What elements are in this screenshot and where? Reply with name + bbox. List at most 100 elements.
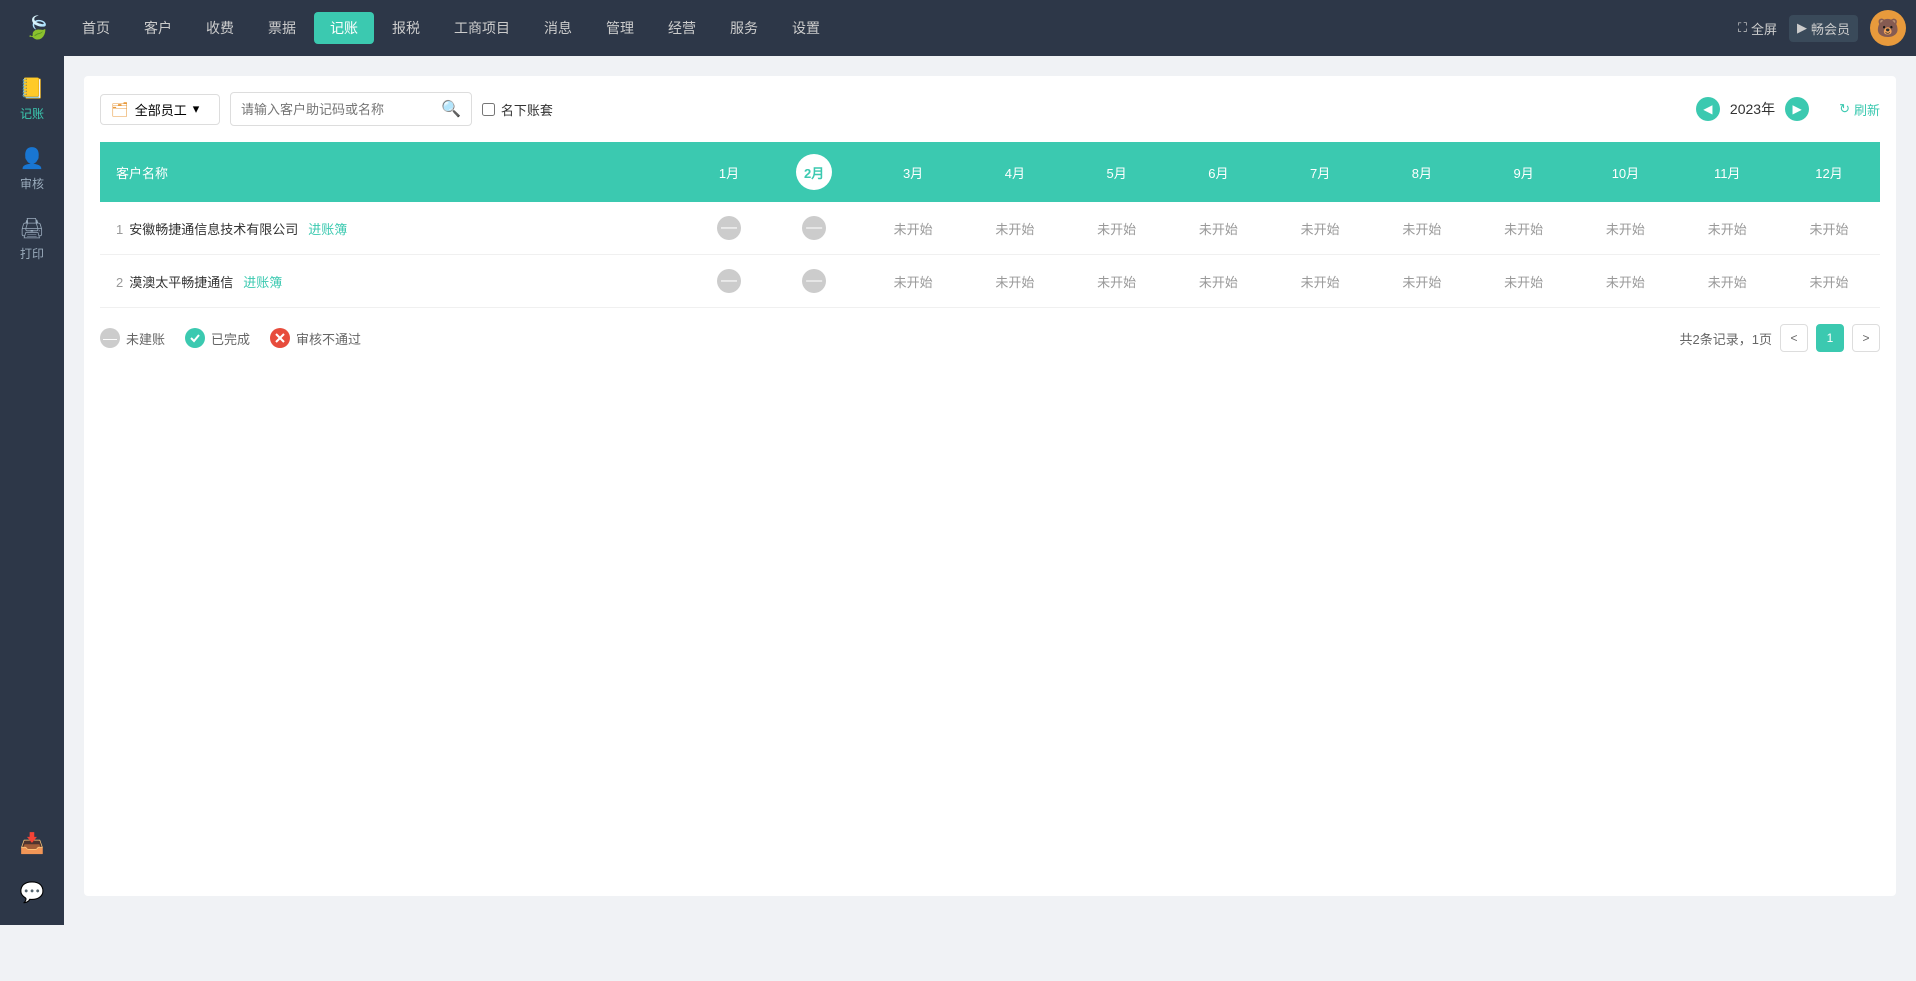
user-avatar[interactable]: 🐻 (1870, 10, 1906, 46)
sidebar-item-audit[interactable]: 👤 审核 (0, 136, 64, 202)
not-started-status: 未开始 (1097, 222, 1136, 237)
sidebar-item-download[interactable]: 📥 (20, 821, 45, 866)
not-started-status: 未开始 (1810, 222, 1849, 237)
nav-item-bookkeeping[interactable]: 记账 (314, 12, 374, 44)
left-sidebar: 📒 记账 👤 审核 🖨 打印 📥 💬 (0, 56, 64, 925)
month-cell-4: 未开始 (964, 202, 1066, 255)
month-cell-10: 未开始 (1575, 255, 1677, 308)
col-header-mar: 3月 (862, 142, 964, 202)
status-dash-icon: — (717, 216, 741, 240)
col-header-jul: 7月 (1269, 142, 1371, 202)
search-input[interactable] (231, 96, 431, 123)
refresh-button[interactable]: ↻ 刷新 (1839, 100, 1880, 119)
sidebar-item-chat[interactable]: 💬 (20, 870, 45, 915)
month-cell-8: 未开始 (1371, 255, 1473, 308)
nav-item-invoice[interactable]: 票据 (252, 12, 312, 44)
member-button[interactable]: ▶ 畅会员 (1789, 15, 1858, 42)
nav-item-home[interactable]: 首页 (66, 12, 126, 44)
month-cell-10: 未开始 (1575, 202, 1677, 255)
nav-item-fee[interactable]: 收费 (190, 12, 250, 44)
legend-dot-grey: — (100, 328, 120, 348)
not-started-status: 未开始 (1810, 275, 1849, 290)
nav-right-controls: ⛶ 全屏 ▶ 畅会员 🐻 (1738, 10, 1906, 46)
row-index: 1 (116, 222, 123, 237)
month-cell-11: 未开始 (1676, 202, 1778, 255)
legend-dot-red (270, 328, 290, 348)
print-icon: 🖨 (19, 216, 44, 241)
not-started-status: 未开始 (1504, 222, 1543, 237)
legend-not-created-label: 未建账 (126, 329, 165, 348)
sidebar-item-audit-label: 审核 (20, 175, 44, 192)
enter-link[interactable]: 进账簿 (308, 222, 347, 237)
bookkeeping-icon: 📒 (20, 76, 45, 101)
nav-item-tax[interactable]: 报税 (376, 12, 436, 44)
content-card: 🗂 全部员工 ▾ 🔍 名下账套 ◀ 2023年 ▶ ↻ 刷新 (84, 76, 1896, 896)
table-footer: — 未建账 已完成 审核不通过 共2条记录，1页 < 1 > (100, 308, 1880, 356)
month-cell-12: 未开始 (1778, 255, 1880, 308)
employee-filter-dropdown[interactable]: 🗂 全部员工 ▾ (100, 94, 220, 125)
month-cell-4: 未开始 (964, 255, 1066, 308)
toolbar: 🗂 全部员工 ▾ 🔍 名下账套 ◀ 2023年 ▶ ↻ 刷新 (100, 92, 1880, 126)
my-accounts-checkbox[interactable] (482, 103, 495, 116)
month-cell-8: 未开始 (1371, 202, 1473, 255)
nav-item-business[interactable]: 工商项目 (438, 12, 526, 44)
col-header-oct: 10月 (1575, 142, 1677, 202)
month-cell-12: 未开始 (1778, 202, 1880, 255)
not-started-status: 未开始 (1097, 275, 1136, 290)
month-cell-7: 未开始 (1269, 202, 1371, 255)
year-next-button[interactable]: ▶ (1785, 97, 1809, 121)
table-wrapper: 客户名称 1月 2月 3月 4月 5月 6月 7月 8月 9月 10月 11月 (100, 142, 1880, 308)
year-label: 2023年 (1730, 99, 1775, 119)
nav-item-service[interactable]: 服务 (714, 12, 774, 44)
nav-item-manage[interactable]: 管理 (590, 12, 650, 44)
not-started-status: 未开始 (1199, 275, 1238, 290)
prev-page-button[interactable]: < (1780, 324, 1808, 352)
sidebar-item-print[interactable]: 🖨 打印 (0, 206, 64, 272)
my-accounts-checkbox-label[interactable]: 名下账套 (482, 100, 553, 119)
table-row: 1安徽畅捷通信息技术有限公司进账簿——未开始未开始未开始未开始未开始未开始未开始… (100, 202, 1880, 255)
fullscreen-button[interactable]: ⛶ 全屏 (1738, 19, 1777, 38)
month-cell-2: — (766, 255, 862, 308)
table-row: 2漠澳太平畅捷通信进账簿——未开始未开始未开始未开始未开始未开始未开始未开始未开… (100, 255, 1880, 308)
month-cell-9: 未开始 (1473, 255, 1575, 308)
next-page-button[interactable]: > (1852, 324, 1880, 352)
year-prev-button[interactable]: ◀ (1696, 97, 1720, 121)
nav-item-message[interactable]: 消息 (528, 12, 588, 44)
not-started-status: 未开始 (894, 275, 933, 290)
col-header-jan: 1月 (692, 142, 766, 202)
col-header-aug: 8月 (1371, 142, 1473, 202)
month-cell-3: 未开始 (862, 255, 964, 308)
sidebar-item-print-label: 打印 (20, 245, 44, 262)
chat-icon: 💬 (20, 880, 45, 905)
not-started-status: 未开始 (1301, 222, 1340, 237)
month-cell-5: 未开始 (1066, 202, 1168, 255)
legend-not-created: — 未建账 (100, 328, 165, 348)
nav-item-operation[interactable]: 经营 (652, 12, 712, 44)
enter-link[interactable]: 进账簿 (243, 275, 282, 290)
not-started-status: 未开始 (995, 275, 1034, 290)
month-cell-2: — (766, 202, 862, 255)
not-started-status: 未开始 (894, 222, 933, 237)
month-cell-9: 未开始 (1473, 202, 1575, 255)
col-header-feb: 2月 (766, 142, 862, 202)
client-name: 漠澳太平畅捷通信 (129, 275, 233, 290)
sidebar-item-bookkeeping[interactable]: 📒 记账 (0, 66, 64, 132)
not-started-status: 未开始 (1402, 222, 1441, 237)
status-dash-icon: — (802, 269, 826, 293)
col-header-jun: 6月 (1167, 142, 1269, 202)
row-index: 2 (116, 275, 123, 290)
refresh-label: 刷新 (1854, 100, 1880, 119)
fullscreen-label: 全屏 (1751, 19, 1777, 38)
not-started-status: 未开始 (1504, 275, 1543, 290)
nav-item-settings[interactable]: 设置 (776, 12, 836, 44)
main-content: 🗂 全部员工 ▾ 🔍 名下账套 ◀ 2023年 ▶ ↻ 刷新 (64, 56, 1916, 925)
month-cell-6: 未开始 (1167, 255, 1269, 308)
month-cell-6: 未开始 (1167, 202, 1269, 255)
current-page-button[interactable]: 1 (1816, 324, 1844, 352)
nav-item-client[interactable]: 客户 (128, 12, 188, 44)
search-button[interactable]: 🔍 (431, 93, 471, 125)
not-started-status: 未开始 (1708, 275, 1747, 290)
legend-dot-teal (185, 328, 205, 348)
not-started-status: 未开始 (1402, 275, 1441, 290)
sidebar-item-bookkeeping-label: 记账 (20, 105, 44, 122)
